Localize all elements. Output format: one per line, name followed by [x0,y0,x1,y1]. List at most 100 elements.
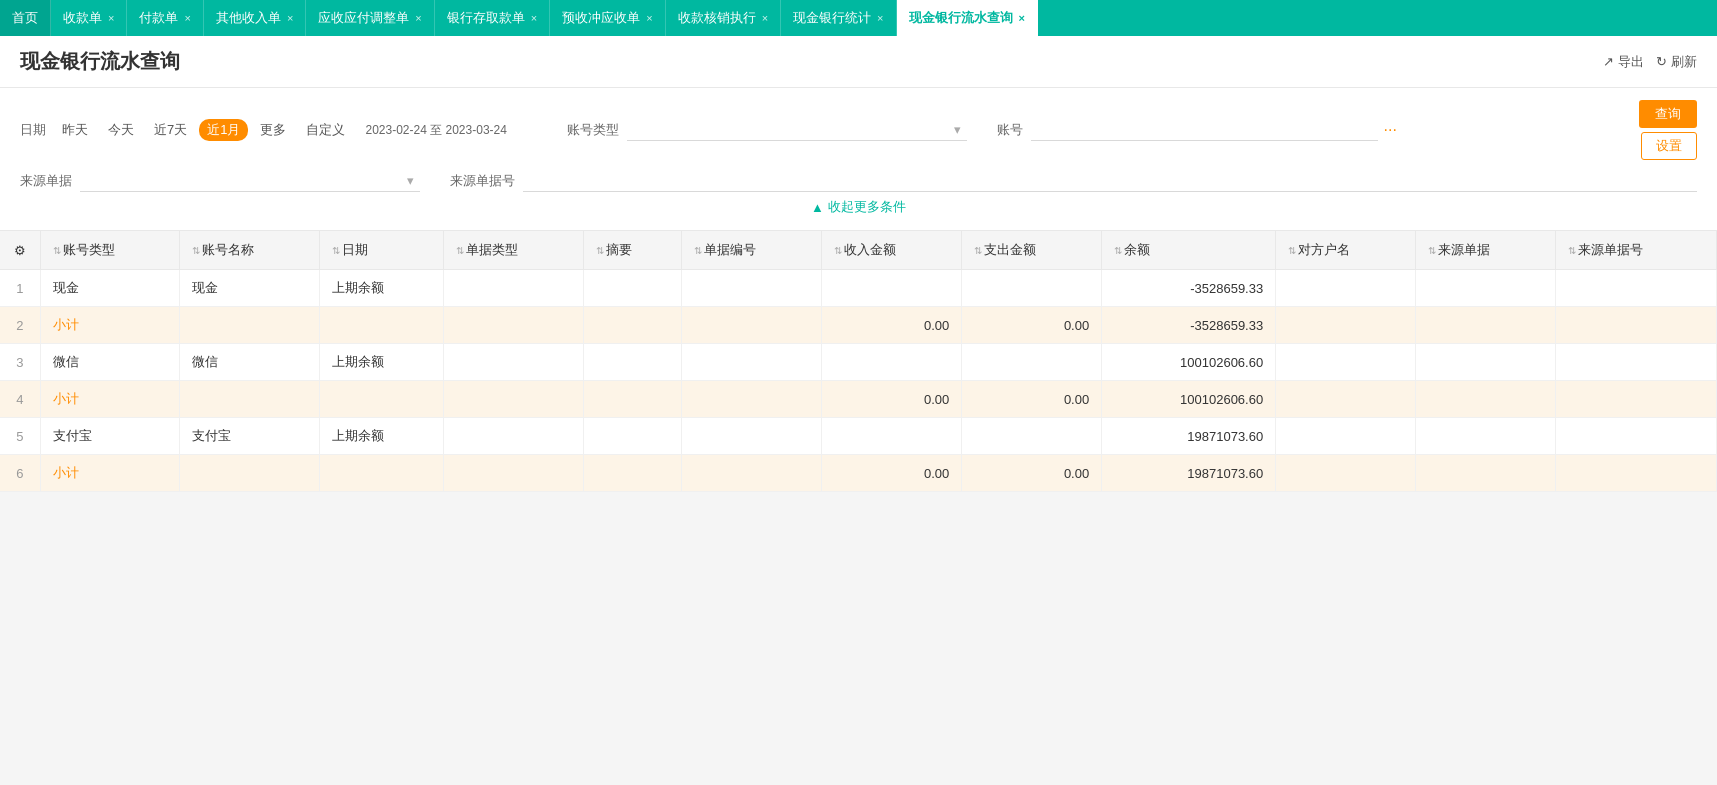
table-row[interactable]: 5支付宝支付宝上期余额19871073.60 [0,418,1717,455]
data-table: ⚙ ⇅账号类型 ⇅账号名称 ⇅日期 ⇅单据类型 ⇅摘要 ⇅单据编 [0,231,1717,492]
th-source-doc[interactable]: ⇅来源单据 [1416,231,1556,270]
more-dots[interactable]: ··· [1384,121,1397,139]
cell-summary [584,344,682,381]
cell-row-num: 1 [0,270,40,307]
query-button[interactable]: 查询 [1639,100,1697,128]
nav-label-payment: 付款单 [139,9,178,27]
nav-item-home[interactable]: 首页 [0,0,51,36]
nav-item-other-income[interactable]: 其他收入单 × [204,0,306,36]
cell-expense [962,344,1102,381]
cell-balance: -3528659.33 [1102,307,1276,344]
cell-doc-no [682,307,822,344]
cell-doc-no [682,270,822,307]
table-row[interactable]: 1现金现金上期余额-3528659.33 [0,270,1717,307]
collapse-label: 收起更多条件 [828,198,906,216]
cell-balance: -3528659.33 [1102,270,1276,307]
nav-item-payment[interactable]: 付款单 × [127,0,203,36]
th-account-name[interactable]: ⇅账号名称 [180,231,320,270]
th-doc-type[interactable]: ⇅单据类型 [444,231,584,270]
cell-account-name [180,381,320,418]
cell-doc-no [682,344,822,381]
nav-item-verify[interactable]: 收款核销执行 × [666,0,781,36]
th-expense[interactable]: ⇅支出金额 [962,231,1102,270]
collapse-bar[interactable]: ▲ 收起更多条件 [20,192,1697,218]
collapse-up-icon: ▲ [811,200,824,215]
date-opt-1month[interactable]: 近1月 [199,119,248,141]
th-account-type[interactable]: ⇅账号类型 [40,231,180,270]
sort-icon-expense: ⇅ [974,245,982,256]
cell-account-name [180,307,320,344]
cell-date [320,307,444,344]
settings-button[interactable]: 设置 [1641,132,1697,160]
account-type-field: 账号类型 ▾ [567,119,967,141]
date-opt-yesterday[interactable]: 昨天 [54,119,96,141]
chevron-down-icon: ▾ [954,122,961,137]
cell-account-type: 小计 [40,381,180,418]
table-row[interactable]: 6小计0.000.0019871073.60 [0,455,1717,492]
nav-item-receipt[interactable]: 收款单 × [51,0,127,36]
table-row[interactable]: 3微信微信上期余额100102606.60 [0,344,1717,381]
th-balance[interactable]: ⇅余额 [1102,231,1276,270]
sort-icon-counterparty: ⇅ [1288,245,1296,256]
date-opt-7days[interactable]: 近7天 [146,119,195,141]
account-type-select[interactable]: ▾ [627,119,967,141]
nav-item-stats[interactable]: 现金银行统计 × [781,0,896,36]
cell-counterparty [1276,270,1416,307]
gear-icon[interactable]: ⚙ [14,243,26,258]
source-no-input[interactable] [523,170,1697,192]
cell-income: 0.00 [822,455,962,492]
nav-item-prepay[interactable]: 预收冲应收单 × [550,0,665,36]
top-nav: 首页 收款单 × 付款单 × 其他收入单 × 应收应付调整单 × 银行存取款单 … [0,0,1717,36]
sort-icon-source-no: ⇅ [1568,245,1576,256]
cell-summary [584,307,682,344]
page-header: 现金银行流水查询 ↗ 导出 ↻ 刷新 [0,36,1717,88]
cell-doc-type [444,307,584,344]
refresh-button[interactable]: ↻ 刷新 [1656,53,1697,71]
source-no-label: 来源单据号 [450,172,515,190]
nav-close-flow[interactable]: × [1019,12,1025,24]
th-counterparty[interactable]: ⇅对方户名 [1276,231,1416,270]
cell-account-name [180,455,320,492]
date-opt-more[interactable]: 更多 [252,119,294,141]
nav-item-bank-deposit[interactable]: 银行存取款单 × [435,0,550,36]
date-opt-today[interactable]: 今天 [100,119,142,141]
sort-icon-doc-no: ⇅ [694,245,702,256]
export-button[interactable]: ↗ 导出 [1603,53,1644,71]
cell-row-num: 4 [0,381,40,418]
table-row[interactable]: 2小计0.000.00-3528659.33 [0,307,1717,344]
th-source-no[interactable]: ⇅来源单据号 [1556,231,1717,270]
nav-close-other-income[interactable]: × [287,12,293,24]
nav-label-home: 首页 [12,9,38,27]
sort-icon-account-type: ⇅ [53,245,61,256]
nav-close-stats[interactable]: × [877,12,883,24]
th-doc-no[interactable]: ⇅单据编号 [682,231,822,270]
th-income[interactable]: ⇅收入金额 [822,231,962,270]
cell-doc-type [444,270,584,307]
cell-balance: 100102606.60 [1102,381,1276,418]
cell-income [822,270,962,307]
nav-close-bank-deposit[interactable]: × [531,12,537,24]
cell-counterparty [1276,418,1416,455]
cell-income [822,344,962,381]
date-opt-custom[interactable]: 自定义 [298,119,353,141]
nav-item-adjustment[interactable]: 应收应付调整单 × [306,0,434,36]
nav-close-verify[interactable]: × [762,12,768,24]
nav-close-adjustment[interactable]: × [415,12,421,24]
cell-source-doc [1416,381,1556,418]
cell-counterparty [1276,381,1416,418]
nav-item-flow[interactable]: 现金银行流水查询 × [897,0,1038,36]
page-title: 现金银行流水查询 [20,48,180,75]
source-doc-select[interactable]: ▾ [80,170,420,192]
cell-income: 0.00 [822,307,962,344]
nav-close-receipt[interactable]: × [108,12,114,24]
th-summary[interactable]: ⇅摘要 [584,231,682,270]
nav-close-payment[interactable]: × [184,12,190,24]
th-date[interactable]: ⇅日期 [320,231,444,270]
cell-expense [962,270,1102,307]
table-row[interactable]: 4小计0.000.00100102606.60 [0,381,1717,418]
cell-source-doc [1416,344,1556,381]
nav-close-prepay[interactable]: × [646,12,652,24]
account-field: 账号 ··· [997,119,1397,141]
cell-row-num: 6 [0,455,40,492]
account-input[interactable] [1031,119,1378,141]
